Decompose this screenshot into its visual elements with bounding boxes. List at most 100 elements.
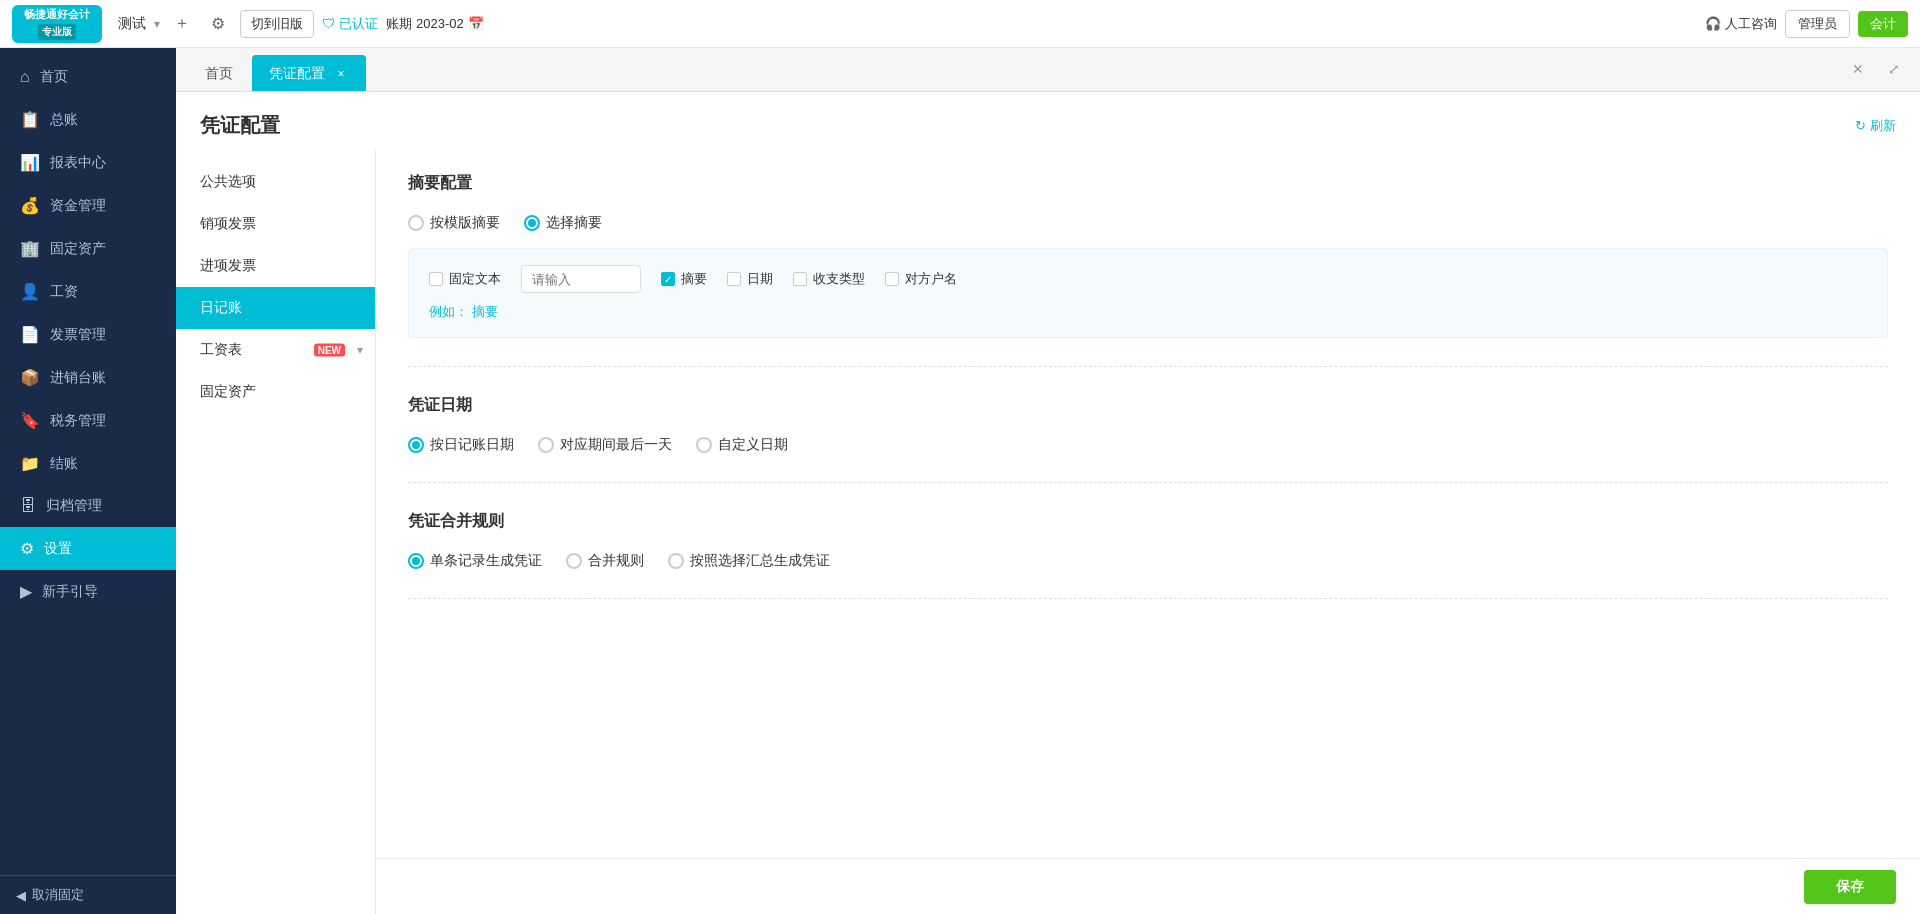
period-value: 2023-02 — [416, 16, 464, 31]
sidebar-label-asset: 固定资产 — [50, 240, 106, 258]
radio-diary-date-text: 按日记账日期 — [430, 436, 514, 454]
tax-icon: 🔖 — [20, 411, 40, 430]
left-nav-fixed-asset[interactable]: 固定资产 — [176, 371, 375, 413]
tab-home[interactable]: 首页 — [188, 55, 250, 91]
sidebar-item-checkout[interactable]: 📁 结账 — [0, 442, 176, 485]
radio-single-label[interactable]: 单条记录生成凭证 — [408, 552, 542, 570]
sidebar-item-tax[interactable]: 🔖 税务管理 — [0, 399, 176, 442]
radio-select-label[interactable]: 选择摘要 — [524, 214, 602, 232]
add-icon[interactable]: ＋ — [168, 10, 196, 38]
sidebar-item-purchase[interactable]: 📦 进销台账 — [0, 356, 176, 399]
tab-close-btn[interactable]: ✕ — [1844, 55, 1872, 83]
radio-select-btn[interactable] — [524, 215, 540, 231]
checkbox-payment-type-label[interactable]: 收支类型 — [793, 270, 865, 288]
cancel-fixed-button[interactable]: ◀ 取消固定 — [0, 875, 176, 914]
example-value: 摘要 — [472, 304, 498, 319]
radio-merge-label[interactable]: 合并规则 — [566, 552, 644, 570]
left-nav-diary[interactable]: 日记账 — [176, 287, 375, 329]
checkbox-date-label[interactable]: 日期 — [727, 270, 773, 288]
radio-diary-date-btn[interactable] — [408, 437, 424, 453]
checkbox-fixed-text-label[interactable]: 固定文本 — [429, 270, 501, 288]
sidebar-item-asset[interactable]: 🏢 固定资产 — [0, 227, 176, 270]
checkbox-payment-type-text: 收支类型 — [813, 270, 865, 288]
radio-summary-gen-btn[interactable] — [668, 553, 684, 569]
tab-bar: 首页 凭证配置 × ✕ ⤢ — [176, 48, 1920, 92]
shield-icon: 🛡 — [322, 16, 335, 31]
service-label: 人工咨询 — [1725, 15, 1777, 33]
left-nav-public[interactable]: 公共选项 — [176, 161, 375, 203]
checkbox-counterpart-label[interactable]: 对方户名 — [885, 270, 957, 288]
main-layout: ⌂ 首页 📋 总账 📊 报表中心 💰 资金管理 🏢 固定资产 👤 工资 — [0, 48, 1920, 914]
sidebar-item-report[interactable]: 📊 报表中心 — [0, 141, 176, 184]
radio-diary-date-label[interactable]: 按日记账日期 — [408, 436, 514, 454]
summary-radio-group: 按模版摘要 选择摘要 — [408, 214, 1888, 232]
service-button[interactable]: 🎧 人工咨询 — [1705, 15, 1777, 33]
radio-summary-gen-text: 按照选择汇总生成凭证 — [690, 552, 830, 570]
date-section-title: 凭证日期 — [408, 395, 1888, 416]
merge-radio-group: 单条记录生成凭证 合并规则 按照选择汇总生成凭证 — [408, 552, 1888, 570]
calendar-icon[interactable]: 📅 — [468, 16, 484, 31]
sidebar-label-guide: 新手引导 — [42, 583, 98, 601]
left-nav-payroll[interactable]: 工资表 NEW ▾ — [176, 329, 375, 371]
radio-single-btn[interactable] — [408, 553, 424, 569]
sidebar-item-salary[interactable]: 👤 工资 — [0, 270, 176, 313]
asset-icon: 🏢 — [20, 239, 40, 258]
settings-icon[interactable]: ⚙ — [204, 10, 232, 38]
certified-status: 🛡 已认证 — [322, 15, 378, 33]
sidebar-item-ledger[interactable]: 📋 总账 — [0, 98, 176, 141]
play-icon: ▶ — [20, 582, 32, 601]
save-button[interactable]: 保存 — [1804, 870, 1896, 904]
radio-custom-date-text: 自定义日期 — [718, 436, 788, 454]
page-title: 凭证配置 — [200, 112, 280, 139]
tab-right-actions: ✕ ⤢ — [1844, 55, 1908, 83]
radio-period-last-label[interactable]: 对应期间最后一天 — [538, 436, 672, 454]
left-nav-purchase[interactable]: 进项发票 — [176, 245, 375, 287]
radio-template-label[interactable]: 按模版摘要 — [408, 214, 500, 232]
radio-custom-date-label[interactable]: 自定义日期 — [696, 436, 788, 454]
sidebar-item-invoice[interactable]: 📄 发票管理 — [0, 313, 176, 356]
logo-edition: 专业版 — [38, 24, 76, 40]
left-nav: 公共选项 销项发票 进项发票 日记账 工资表 NEW ▾ — [176, 149, 376, 914]
sidebar-label-invoice: 发票管理 — [50, 326, 106, 344]
date-radio-group: 按日记账日期 对应期间最后一天 自定义日期 — [408, 436, 1888, 454]
refresh-button[interactable]: ↻ 刷新 — [1855, 117, 1896, 135]
sidebar-item-settings[interactable]: ⚙ 设置 — [0, 527, 176, 570]
role-button[interactable]: 会计 — [1858, 11, 1908, 37]
user-button[interactable]: 管理员 — [1785, 10, 1850, 38]
tab-close-icon[interactable]: × — [333, 66, 349, 82]
sidebar-item-guide[interactable]: ▶ 新手引导 — [0, 570, 176, 613]
sidebar-item-archive[interactable]: 🗄 归档管理 — [0, 485, 176, 527]
checkbox-fixed-text-box[interactable] — [429, 272, 443, 286]
sidebar-label-home: 首页 — [40, 68, 68, 86]
left-nav-fixed-asset-label: 固定资产 — [200, 383, 256, 399]
radio-summary-gen-label[interactable]: 按照选择汇总生成凭证 — [668, 552, 830, 570]
summary-config-box: 固定文本 ✓ 摘要 日期 — [408, 248, 1888, 338]
checkbox-counterpart-box[interactable] — [885, 272, 899, 286]
topbar: 畅捷通好会计 专业版 测试 ▾ ＋ ⚙ 切到旧版 🛡 已认证 账期 2023-0… — [0, 0, 1920, 48]
content-area: 首页 凭证配置 × ✕ ⤢ 凭证配置 ↻ 刷新 — [176, 48, 1920, 914]
tab-expand-btn[interactable]: ⤢ — [1880, 55, 1908, 83]
app-logo: 畅捷通好会计 专业版 — [12, 5, 102, 43]
checkbox-summary-box[interactable]: ✓ — [661, 272, 675, 286]
left-nav-purchase-label: 进项发票 — [200, 257, 256, 273]
page-header: 凭证配置 ↻ 刷新 — [176, 92, 1920, 149]
checkbox-payment-type-box[interactable] — [793, 272, 807, 286]
checkbox-counterpart-text: 对方户名 — [905, 270, 957, 288]
switch-version-button[interactable]: 切到旧版 — [240, 10, 314, 38]
radio-template-text: 按模版摘要 — [430, 214, 500, 232]
right-scroll: 摘要配置 按模版摘要 选择摘要 — [376, 149, 1920, 914]
sidebar-item-fund[interactable]: 💰 资金管理 — [0, 184, 176, 227]
fixed-text-input[interactable] — [521, 265, 641, 293]
checkbox-date-box[interactable] — [727, 272, 741, 286]
radio-period-last-btn[interactable] — [538, 437, 554, 453]
left-nav-sales[interactable]: 销项发票 — [176, 203, 375, 245]
radio-merge-btn[interactable] — [566, 553, 582, 569]
radio-custom-date-btn[interactable] — [696, 437, 712, 453]
radio-template-btn[interactable] — [408, 215, 424, 231]
company-dropdown-icon[interactable]: ▾ — [154, 17, 160, 31]
tab-voucher-config[interactable]: 凭证配置 × — [252, 55, 366, 91]
sidebar-label-archive: 归档管理 — [46, 497, 102, 515]
checkbox-summary-label[interactable]: ✓ 摘要 — [661, 270, 707, 288]
sidebar-label-purchase: 进销台账 — [50, 369, 106, 387]
sidebar-item-home[interactable]: ⌂ 首页 — [0, 56, 176, 98]
